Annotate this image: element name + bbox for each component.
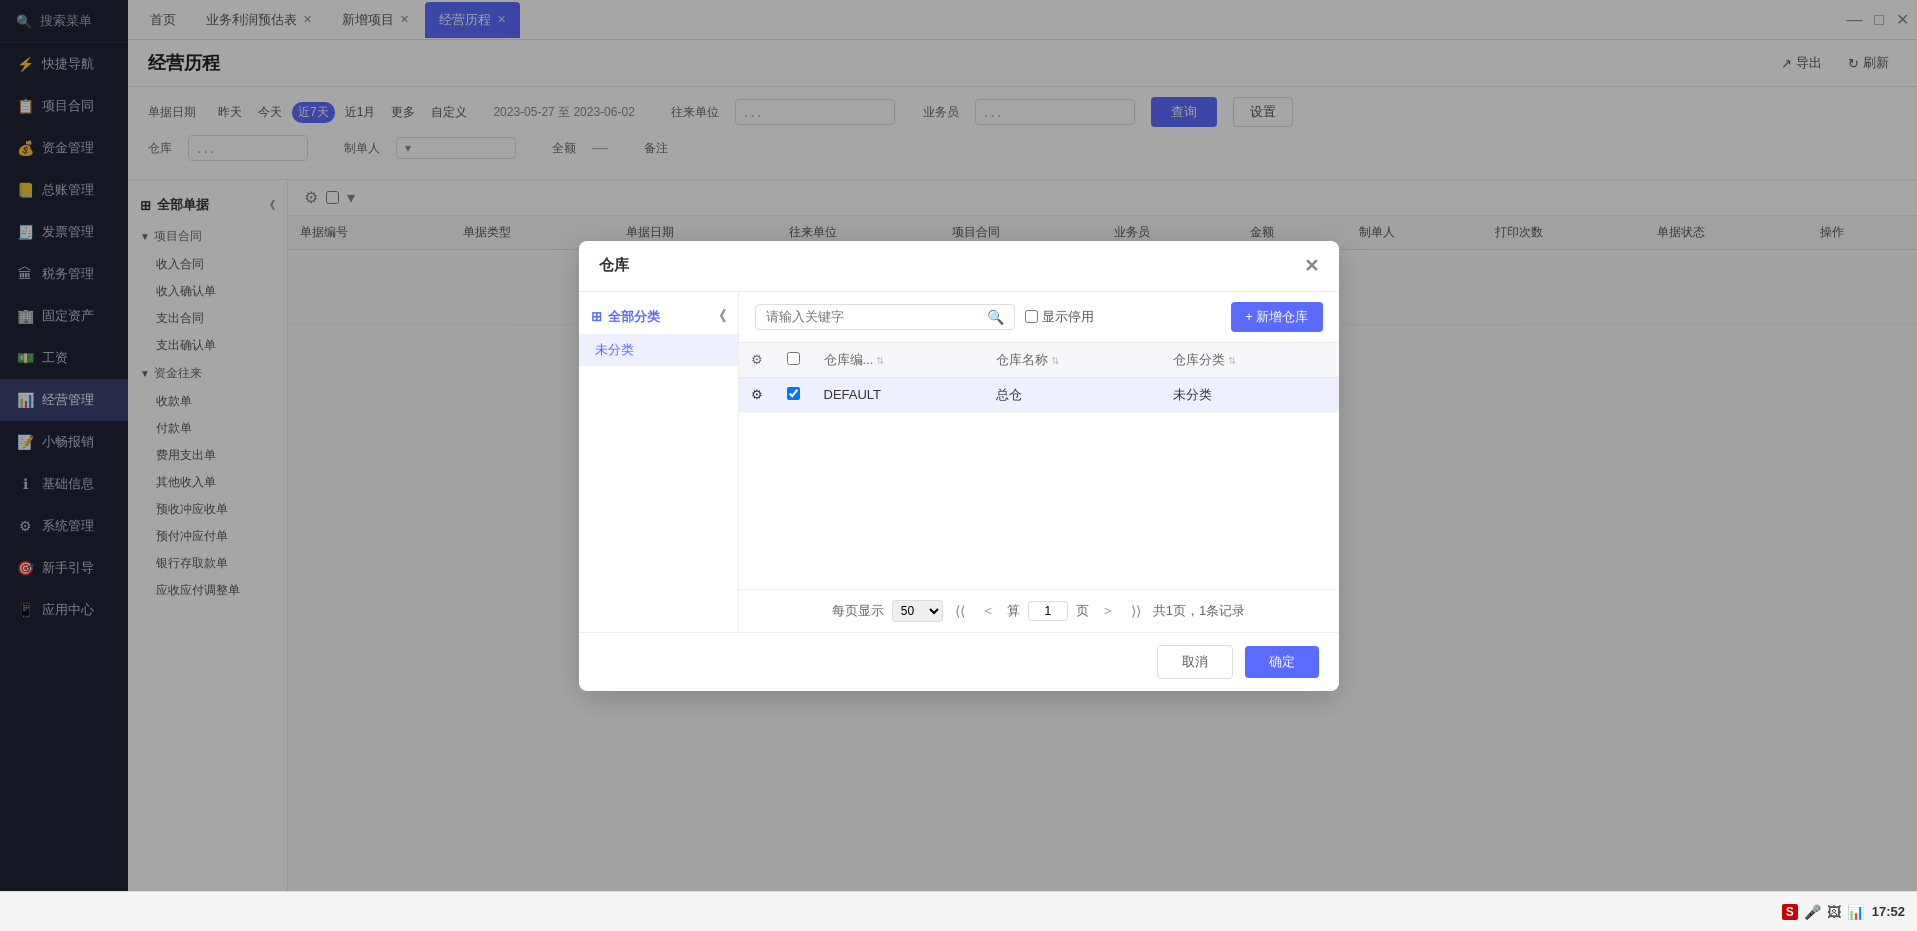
th-settings: ⚙	[739, 343, 775, 378]
taskbar: S 🎤 🖼 📊 17:52	[0, 891, 1917, 931]
taskbar-icon-mic[interactable]: 🎤	[1804, 904, 1821, 920]
taskbar-icon-img[interactable]: 🖼	[1827, 904, 1841, 920]
show-disabled-label[interactable]: 显示停用	[1025, 308, 1094, 326]
taskbar-icons: S 🎤 🖼 📊	[1782, 904, 1864, 920]
dialog-total-label: 共1页，1条记录	[1153, 602, 1245, 620]
dialog-search-input[interactable]	[766, 309, 981, 324]
row-code: DEFAULT	[812, 377, 985, 412]
dialog-next-page[interactable]: ＞	[1097, 600, 1119, 622]
cancel-button[interactable]: 取消	[1157, 645, 1233, 679]
taskbar-icon-funnel[interactable]: 📊	[1847, 904, 1864, 920]
th-checkbox	[775, 343, 812, 378]
dialog-page-label: 页	[1076, 602, 1089, 620]
row-name: 总仓	[984, 377, 1161, 412]
dialog-select-all[interactable]	[787, 352, 800, 365]
dialog-table-row[interactable]: ⚙ DEFAULT 总仓 未分类	[739, 377, 1339, 412]
row-gear: ⚙	[739, 377, 775, 412]
dialog-first-page[interactable]: ⟨⟨	[951, 601, 969, 621]
search-icon: 🔍	[987, 309, 1004, 325]
show-disabled-checkbox[interactable]	[1025, 310, 1038, 323]
add-warehouse-button[interactable]: + 新增仓库	[1231, 302, 1322, 332]
dialog-pagination: 每页显示 50 20 100 ⟨⟨ ＜ 算 页 ＞ ⟩⟩ 共1页，1条记录	[739, 589, 1339, 632]
dialog-category-未分类[interactable]: 未分类	[579, 334, 738, 366]
dialog-table-header: ⚙ 仓库编...⇅ 仓库名称⇅ 仓库分类⇅	[739, 343, 1339, 378]
dialog-close-btn[interactable]: ✕	[1304, 255, 1319, 277]
dialog-all-category[interactable]: ⊞ 全部分类 《	[579, 300, 738, 334]
dialog-body: ⊞ 全部分类 《 未分类 🔍 显示停用	[579, 292, 1339, 632]
th-category: 仓库分类⇅	[1161, 343, 1338, 378]
dialog-per-page-label: 每页显示	[832, 602, 884, 620]
th-code: 仓库编...⇅	[812, 343, 985, 378]
dialog-footer: 取消 确定	[579, 632, 1339, 691]
dialog-title: 仓库	[599, 256, 629, 275]
th-name: 仓库名称⇅	[984, 343, 1161, 378]
dialog-prev-page[interactable]: ＜	[977, 600, 999, 622]
dialog-right-panel: 🔍 显示停用 + 新增仓库 ⚙	[739, 292, 1339, 632]
dialog-page-input[interactable]	[1028, 601, 1068, 621]
taskbar-time: 17:52	[1872, 904, 1905, 919]
dialog-search-box[interactable]: 🔍	[755, 304, 1015, 330]
dialog-calc-label: 算	[1007, 602, 1020, 620]
dialog-last-page[interactable]: ⟩⟩	[1127, 601, 1145, 621]
dialog-header: 仓库 ✕	[579, 241, 1339, 292]
grid-icon-dialog: ⊞	[591, 309, 602, 324]
warehouse-dialog: 仓库 ✕ ⊞ 全部分类 《 未分类 🔍	[579, 241, 1339, 691]
dialog-collapse-toggle[interactable]: 《	[712, 308, 726, 326]
confirm-button[interactable]: 确定	[1245, 646, 1319, 678]
row-category: 未分类	[1161, 377, 1338, 412]
dialog-overlay[interactable]: 仓库 ✕ ⊞ 全部分类 《 未分类 🔍	[0, 0, 1917, 931]
dialog-per-page-select[interactable]: 50 20 100	[892, 600, 943, 622]
dialog-category-panel: ⊞ 全部分类 《 未分类	[579, 292, 739, 632]
taskbar-icon-s: S	[1782, 904, 1798, 920]
dialog-table: ⚙ 仓库编...⇅ 仓库名称⇅ 仓库分类⇅ ⚙ DEFAULT 总仓 未分类	[739, 343, 1339, 413]
row-checkbox[interactable]	[775, 377, 812, 412]
dialog-table-wrap: ⚙ 仓库编...⇅ 仓库名称⇅ 仓库分类⇅ ⚙ DEFAULT 总仓 未分类	[739, 343, 1339, 589]
dialog-toolbar: 🔍 显示停用 + 新增仓库	[739, 292, 1339, 343]
